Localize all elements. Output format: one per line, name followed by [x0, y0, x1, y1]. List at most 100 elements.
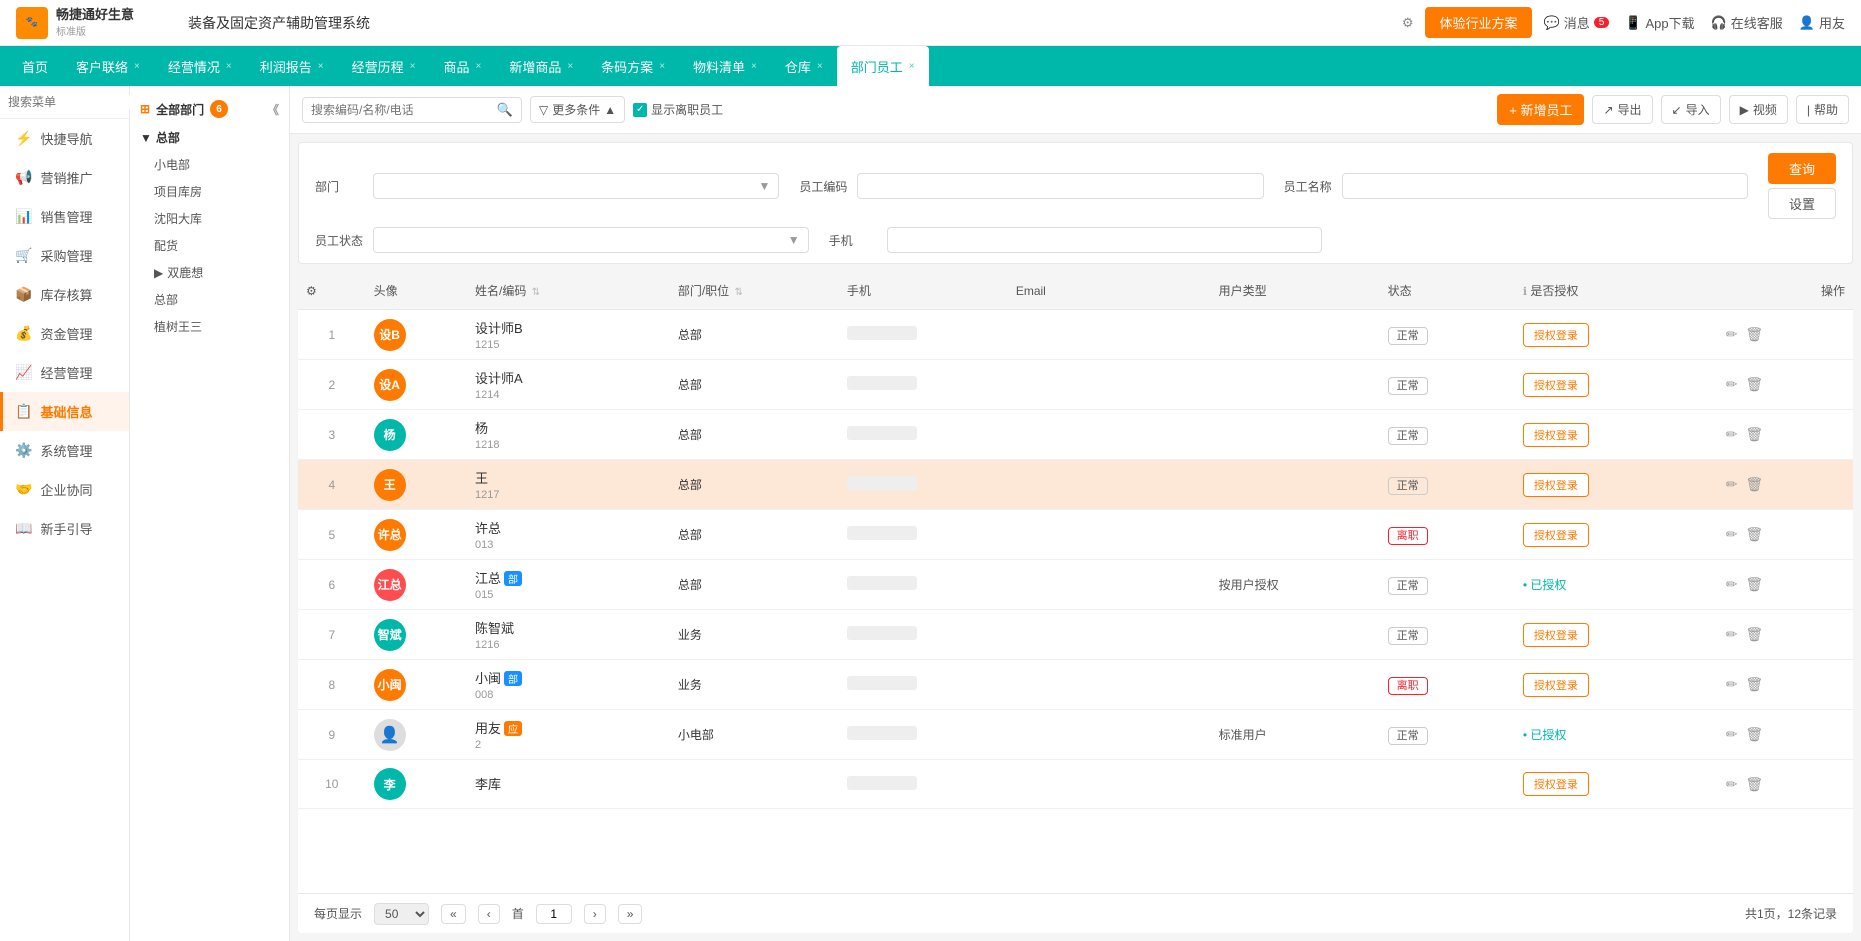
close-warehouse-icon[interactable]: ×	[817, 61, 823, 72]
col-settings[interactable]: ⚙	[298, 272, 366, 310]
set-button[interactable]: 设置	[1768, 188, 1836, 219]
close-products-icon[interactable]: ×	[475, 61, 481, 72]
auth-login-btn[interactable]: 授权登录	[1523, 623, 1589, 647]
dept-item-small-elec[interactable]: 小电部	[130, 151, 289, 178]
delete-icon[interactable]: 🗑	[1745, 726, 1763, 743]
app-download-action[interactable]: 📱 App下载	[1625, 13, 1694, 32]
edit-icon[interactable]: ✏	[1726, 626, 1738, 643]
delete-icon[interactable]: 🗑	[1745, 776, 1763, 793]
per-page-select[interactable]: 50 20 100	[374, 903, 429, 925]
auth-login-btn[interactable]: 授权登录	[1523, 473, 1589, 497]
first-page-btn[interactable]: «	[441, 904, 466, 924]
close-bom-icon[interactable]: ×	[751, 61, 757, 72]
sidebar-item-sales[interactable]: 📊销售管理	[0, 197, 129, 236]
col-name[interactable]: 姓名/编码 ⇅	[467, 272, 670, 310]
nav-tab-profit[interactable]: 利润报告 ×	[246, 46, 338, 86]
auth-login-btn[interactable]: 授权登录	[1523, 423, 1589, 447]
close-history-icon[interactable]: ×	[410, 61, 416, 72]
sidebar-item-system[interactable]: ⚙️系统管理	[0, 431, 129, 470]
close-customer-icon[interactable]: ×	[134, 61, 140, 72]
close-dept-emp-icon[interactable]: ×	[909, 61, 915, 72]
edit-icon[interactable]: ✏	[1726, 726, 1738, 743]
dept-item-delivery[interactable]: 配货	[130, 232, 289, 259]
sidebar-item-inventory[interactable]: 📦库存核算	[0, 275, 129, 314]
dept-collapse-icon[interactable]: 《	[267, 101, 279, 118]
filter-dept-select[interactable]: ▼	[373, 173, 779, 199]
nav-tab-products[interactable]: 商品 ×	[429, 46, 495, 86]
dept-item-root[interactable]: ▼ 总部	[130, 124, 289, 151]
delete-icon[interactable]: 🗑	[1745, 626, 1763, 643]
cell-user-type: 按用户授权	[1211, 560, 1380, 610]
sidebar-item-collab[interactable]: 🤝企业协同	[0, 470, 129, 509]
add-employee-button[interactable]: + 新增员工	[1497, 94, 1584, 125]
close-add-product-icon[interactable]: ×	[567, 61, 573, 72]
dept-item-project-room[interactable]: 项目库房	[130, 178, 289, 205]
search-input[interactable]	[311, 103, 493, 117]
filter-phone-input[interactable]	[887, 227, 1323, 253]
delete-icon[interactable]: 🗑	[1745, 376, 1763, 393]
sidebar-item-guide[interactable]: 📖新手引导	[0, 509, 129, 548]
dept-item-hq[interactable]: 总部	[130, 286, 289, 313]
query-button[interactable]: 查询	[1768, 153, 1836, 184]
dept-item-double-deer[interactable]: ▶ 双鹿想	[130, 259, 289, 286]
nav-tab-dept-emp[interactable]: 部门员工 ×	[837, 46, 929, 86]
dept-item-plant-king[interactable]: 植树王三	[130, 313, 289, 340]
edit-icon[interactable]: ✏	[1726, 476, 1738, 493]
edit-icon[interactable]: ✏	[1726, 326, 1738, 343]
auth-login-btn[interactable]: 授权登录	[1523, 523, 1589, 547]
delete-icon[interactable]: 🗑	[1745, 676, 1763, 693]
message-action[interactable]: 💬 消息 5	[1544, 13, 1610, 32]
delete-icon[interactable]: 🗑	[1745, 576, 1763, 593]
nav-tab-add-product[interactable]: 新增商品 ×	[495, 46, 587, 86]
edit-icon[interactable]: ✏	[1726, 526, 1738, 543]
more-filter-btn[interactable]: ▽ 更多条件 ▲	[530, 96, 625, 123]
online-service-action[interactable]: 🎧 在线客服	[1711, 13, 1783, 32]
sidebar-item-marketing[interactable]: 📢营销推广	[0, 158, 129, 197]
auth-login-btn[interactable]: 授权登录	[1523, 772, 1589, 796]
close-barcode-icon[interactable]: ×	[659, 61, 665, 72]
sidebar-item-basic[interactable]: 📋基础信息	[0, 392, 129, 431]
nav-tab-home[interactable]: 首页	[8, 46, 62, 86]
export-button[interactable]: ↗ 导出	[1592, 95, 1652, 124]
close-profit-icon[interactable]: ×	[318, 61, 324, 72]
auth-login-btn[interactable]: 授权登录	[1523, 323, 1589, 347]
delete-icon[interactable]: 🗑	[1745, 426, 1763, 443]
col-dept[interactable]: 部门/职位 ⇅	[670, 272, 839, 310]
delete-icon[interactable]: 🗑	[1745, 326, 1763, 343]
show-resigned-toggle[interactable]: ✓ 显示离职员工	[633, 101, 723, 118]
trial-button[interactable]: 体验行业方案	[1425, 7, 1531, 38]
dept-item-shenyang[interactable]: 沈阳大库	[130, 205, 289, 232]
edit-icon[interactable]: ✏	[1726, 376, 1738, 393]
nav-tab-customer[interactable]: 客户联络 ×	[62, 46, 154, 86]
help-button[interactable]: | 帮助	[1796, 95, 1849, 124]
edit-icon[interactable]: ✏	[1726, 576, 1738, 593]
edit-icon[interactable]: ✏	[1726, 776, 1738, 793]
view-button[interactable]: ▶ 视频	[1729, 95, 1788, 124]
delete-icon[interactable]: 🗑	[1745, 526, 1763, 543]
nav-tab-history[interactable]: 经营历程 ×	[338, 46, 430, 86]
nav-tab-operations[interactable]: 经营情况 ×	[154, 46, 246, 86]
gear-icon[interactable]: ⚙	[1402, 15, 1414, 31]
nav-tab-warehouse[interactable]: 仓库 ×	[771, 46, 837, 86]
close-operations-icon[interactable]: ×	[226, 61, 232, 72]
sidebar-item-shortcut[interactable]: ⚡快捷导航	[0, 119, 129, 158]
sidebar-item-purchase[interactable]: 🛒采购管理	[0, 236, 129, 275]
delete-icon[interactable]: 🗑	[1745, 476, 1763, 493]
sidebar-item-operations[interactable]: 📈经营管理	[0, 353, 129, 392]
filter-emp-status-select[interactable]: ▼	[373, 227, 809, 253]
user-action[interactable]: 👤 用友	[1799, 13, 1845, 32]
auth-login-btn[interactable]: 授权登录	[1523, 373, 1589, 397]
page-input[interactable]	[536, 904, 572, 924]
nav-tab-barcode[interactable]: 条码方案 ×	[587, 46, 679, 86]
sidebar-item-finance[interactable]: 💰资金管理	[0, 314, 129, 353]
filter-emp-name-input[interactable]	[1342, 173, 1748, 199]
nav-tab-bom[interactable]: 物料清单 ×	[679, 46, 771, 86]
prev-page-btn[interactable]: ‹	[478, 904, 500, 924]
next-page-btn[interactable]: ›	[584, 904, 606, 924]
filter-emp-code-input[interactable]	[857, 173, 1263, 199]
edit-icon[interactable]: ✏	[1726, 676, 1738, 693]
auth-login-btn[interactable]: 授权登录	[1523, 673, 1589, 697]
last-page-btn[interactable]: »	[618, 904, 643, 924]
import-button[interactable]: ↙ 导入	[1661, 95, 1721, 124]
edit-icon[interactable]: ✏	[1726, 426, 1738, 443]
